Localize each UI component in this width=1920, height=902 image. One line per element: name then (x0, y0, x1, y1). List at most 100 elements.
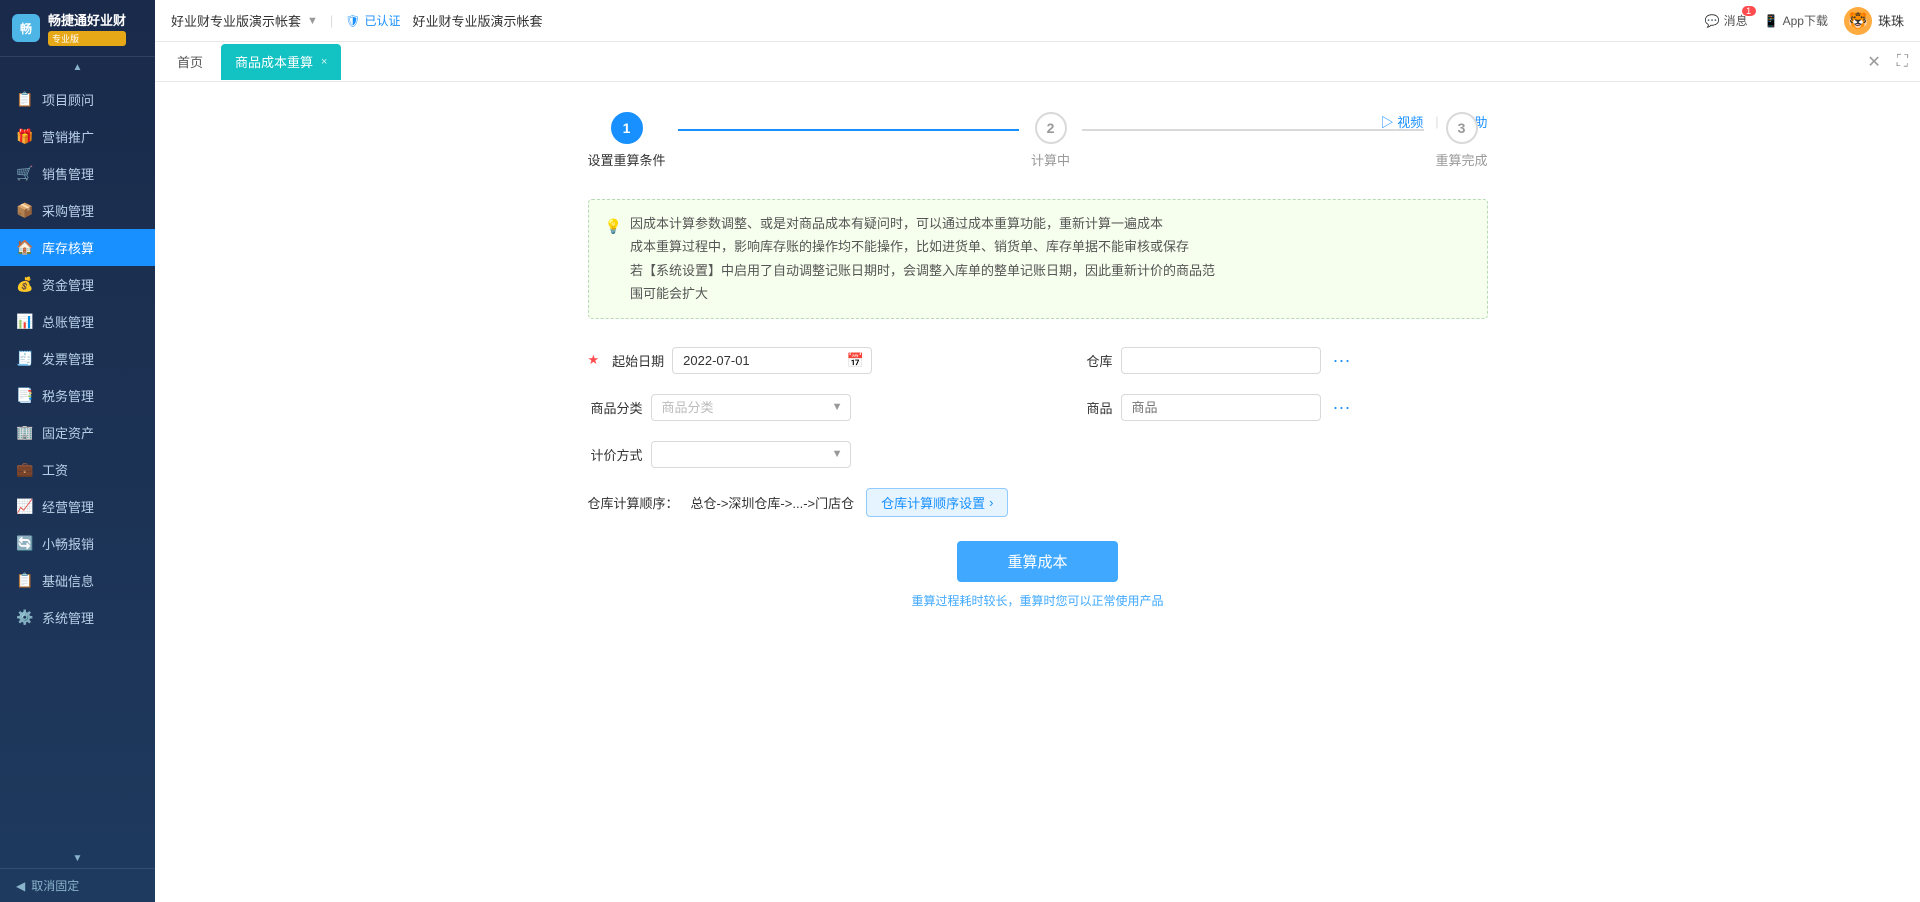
chevron-right-icon: › (989, 495, 993, 510)
notice-line-2: 成本重算过程中，影响库存账的操作均不能操作，比如进货单、销货单、库存单据不能审核… (630, 235, 1215, 258)
submit-note: 重算过程耗时较长，重算时您可以正常使用产品 (911, 592, 1163, 609)
unpin-label: 取消固定 (31, 877, 79, 894)
payroll-icon: 💼 (16, 461, 34, 478)
sidebar-item-purchase[interactable]: 📦 采购管理 (0, 192, 155, 229)
sidebar-item-accounting[interactable]: 📊 总账管理 (0, 303, 155, 340)
video-link[interactable]: ▷ 视频 (1381, 112, 1424, 131)
tab-home[interactable]: 首页 (163, 44, 217, 80)
app-download-button[interactable]: 📱 App下载 (1764, 12, 1828, 29)
form-row-2: 商品分类 商品分类 ▼ 商品 ··· (588, 394, 1488, 421)
message-badge: 1 (1742, 6, 1756, 16)
start-date-label: 起始日期 (609, 351, 664, 370)
sidebar-item-label: 基础信息 (42, 571, 94, 590)
sidebar-item-label: 总账管理 (42, 312, 94, 331)
step-3-label: 重算完成 (1436, 150, 1488, 169)
home-tab-label: 首页 (177, 52, 203, 71)
warehouse-input[interactable] (1121, 347, 1321, 374)
tabbar: 首页 商品成本重算 × ✕ ⛶ (155, 42, 1920, 82)
logo-icon: 畅 (12, 14, 40, 42)
warehouse-order-value: 总仓->深圳仓库->...->门店仓 (691, 493, 855, 512)
category-select-wrapper: 商品分类 ▼ (651, 394, 851, 421)
unpin-icon: ◀ (16, 879, 25, 893)
logo-name: 畅捷通好业财 (48, 10, 126, 29)
sidebar-item-basic[interactable]: 📋 基础信息 (0, 562, 155, 599)
play-icon: ▷ (1381, 115, 1394, 130)
date-input-wrapper: 📅 (672, 347, 872, 374)
sidebar-item-label: 资金管理 (42, 275, 94, 294)
form-row-3: 计价方式 ▼ (588, 441, 1488, 468)
product-field: 商品 ··· (1058, 394, 1488, 421)
sidebar-item-label: 经营管理 (42, 497, 94, 516)
sidebar-item-label: 税务管理 (42, 386, 94, 405)
sidebar-item-expense[interactable]: 🔄 小畅报销 (0, 525, 155, 562)
operations-icon: 📈 (16, 498, 34, 515)
step-line-1 (678, 129, 1019, 131)
message-button[interactable]: 💬 消息 1 (1705, 12, 1748, 29)
sidebar-item-assets[interactable]: 🏢 固定资产 (0, 414, 155, 451)
sidebar-item-invoice[interactable]: 🧾 发票管理 (0, 340, 155, 377)
assets-icon: 🏢 (16, 424, 34, 441)
sidebar-item-system[interactable]: ⚙️ 系统管理 (0, 599, 155, 636)
phone-icon: 📱 (1764, 14, 1779, 28)
sidebar-item-label: 库存核算 (42, 238, 94, 257)
start-date-input[interactable] (672, 347, 872, 374)
finance-icon: 💰 (16, 276, 34, 293)
pro-badge: 专业版 (48, 31, 126, 46)
warehouse-order-btn-label: 仓库计算顺序设置 (881, 493, 985, 512)
required-mark: ★ (588, 352, 600, 368)
sidebar-item-project[interactable]: 📋 项目顾问 (0, 81, 155, 118)
sidebar-item-label: 采购管理 (42, 201, 94, 220)
notice-line-3: 若【系统设置】中启用了自动调整记账日期时，会调整入库单的整单记账日期，因此重新计… (630, 259, 1215, 282)
content-wrapper: 1 设置重算条件 2 计算中 3 重算完成 (588, 112, 1488, 609)
product-label: 商品 (1058, 398, 1113, 417)
sidebar-item-label: 营销推广 (42, 127, 94, 146)
start-date-field: ★ 起始日期 📅 (588, 347, 1018, 374)
unpin-button[interactable]: ◀ 取消固定 (0, 868, 155, 902)
sidebar-scroll-down[interactable]: ▼ (0, 848, 155, 868)
topbar-divider: | (330, 13, 333, 28)
tab-cost-recalc[interactable]: 商品成本重算 × (221, 44, 341, 80)
account-selector[interactable]: 好业财专业版演示帐套 ▼ (171, 11, 318, 30)
submit-button[interactable]: 重算成本 (957, 541, 1117, 582)
sidebar: 畅 畅捷通好业财 专业版 ▲ 📋 项目顾问 🎁 营销推广 🛒 销售管理 📦 采购… (0, 0, 155, 902)
pricing-select[interactable] (651, 441, 851, 468)
warehouse-order-settings-button[interactable]: 仓库计算顺序设置 › (866, 488, 1008, 517)
steps-bar: 1 设置重算条件 2 计算中 3 重算完成 (588, 112, 1488, 169)
dropdown-icon: ▼ (307, 15, 318, 27)
close-panel-button[interactable]: ✕ (1863, 48, 1884, 76)
step-3-circle: 3 (1446, 112, 1478, 144)
sidebar-item-payroll[interactable]: 💼 工资 (0, 451, 155, 488)
accounting-icon: 📊 (16, 313, 34, 330)
form-row-1: ★ 起始日期 📅 仓库 ··· (588, 347, 1488, 374)
inventory-icon: 🏠 (16, 239, 34, 256)
category-select[interactable]: 商品分类 (651, 394, 851, 421)
product-more-icon[interactable]: ··· (1333, 397, 1351, 418)
product-input[interactable] (1121, 394, 1321, 421)
topbar: 好业财专业版演示帐套 ▼ | 🛡 已认证 好业财专业版演示帐套 💬 消息 1 📱… (155, 0, 1920, 42)
category-field: 商品分类 商品分类 ▼ (588, 394, 1018, 421)
sidebar-item-tax[interactable]: 📑 税务管理 (0, 377, 155, 414)
tab-close-icon[interactable]: × (321, 56, 327, 68)
username: 珠珠 (1878, 11, 1904, 30)
sidebar-scroll-up[interactable]: ▲ (0, 57, 155, 77)
user-menu[interactable]: 🐯 珠珠 (1844, 7, 1904, 35)
sidebar-item-sales[interactable]: 🛒 销售管理 (0, 155, 155, 192)
sidebar-item-label: 项目顾问 (42, 90, 94, 109)
expand-panel-button[interactable]: ⛶ (1893, 49, 1912, 75)
sidebar-item-marketing[interactable]: 🎁 营销推广 (0, 118, 155, 155)
invoice-icon: 🧾 (16, 350, 34, 367)
submit-area: 重算成本 重算过程耗时较长，重算时您可以正常使用产品 (588, 541, 1488, 609)
sidebar-item-label: 发票管理 (42, 349, 94, 368)
warehouse-more-icon[interactable]: ··· (1333, 350, 1351, 371)
warehouse-field: 仓库 ··· (1058, 347, 1488, 374)
sidebar-item-operations[interactable]: 📈 经营管理 (0, 488, 155, 525)
sidebar-item-label: 系统管理 (42, 608, 94, 627)
sidebar-item-label: 销售管理 (42, 164, 94, 183)
app-download-label: App下载 (1783, 12, 1828, 29)
sidebar-item-finance[interactable]: 💰 资金管理 (0, 266, 155, 303)
sidebar-item-inventory[interactable]: 🏠 库存核算 (0, 229, 155, 266)
tabbar-right: ✕ ⛶ (1863, 48, 1912, 76)
system-icon: ⚙️ (16, 609, 34, 626)
project-icon: 📋 (16, 91, 34, 108)
pricing-select-wrapper: ▼ (651, 441, 851, 468)
